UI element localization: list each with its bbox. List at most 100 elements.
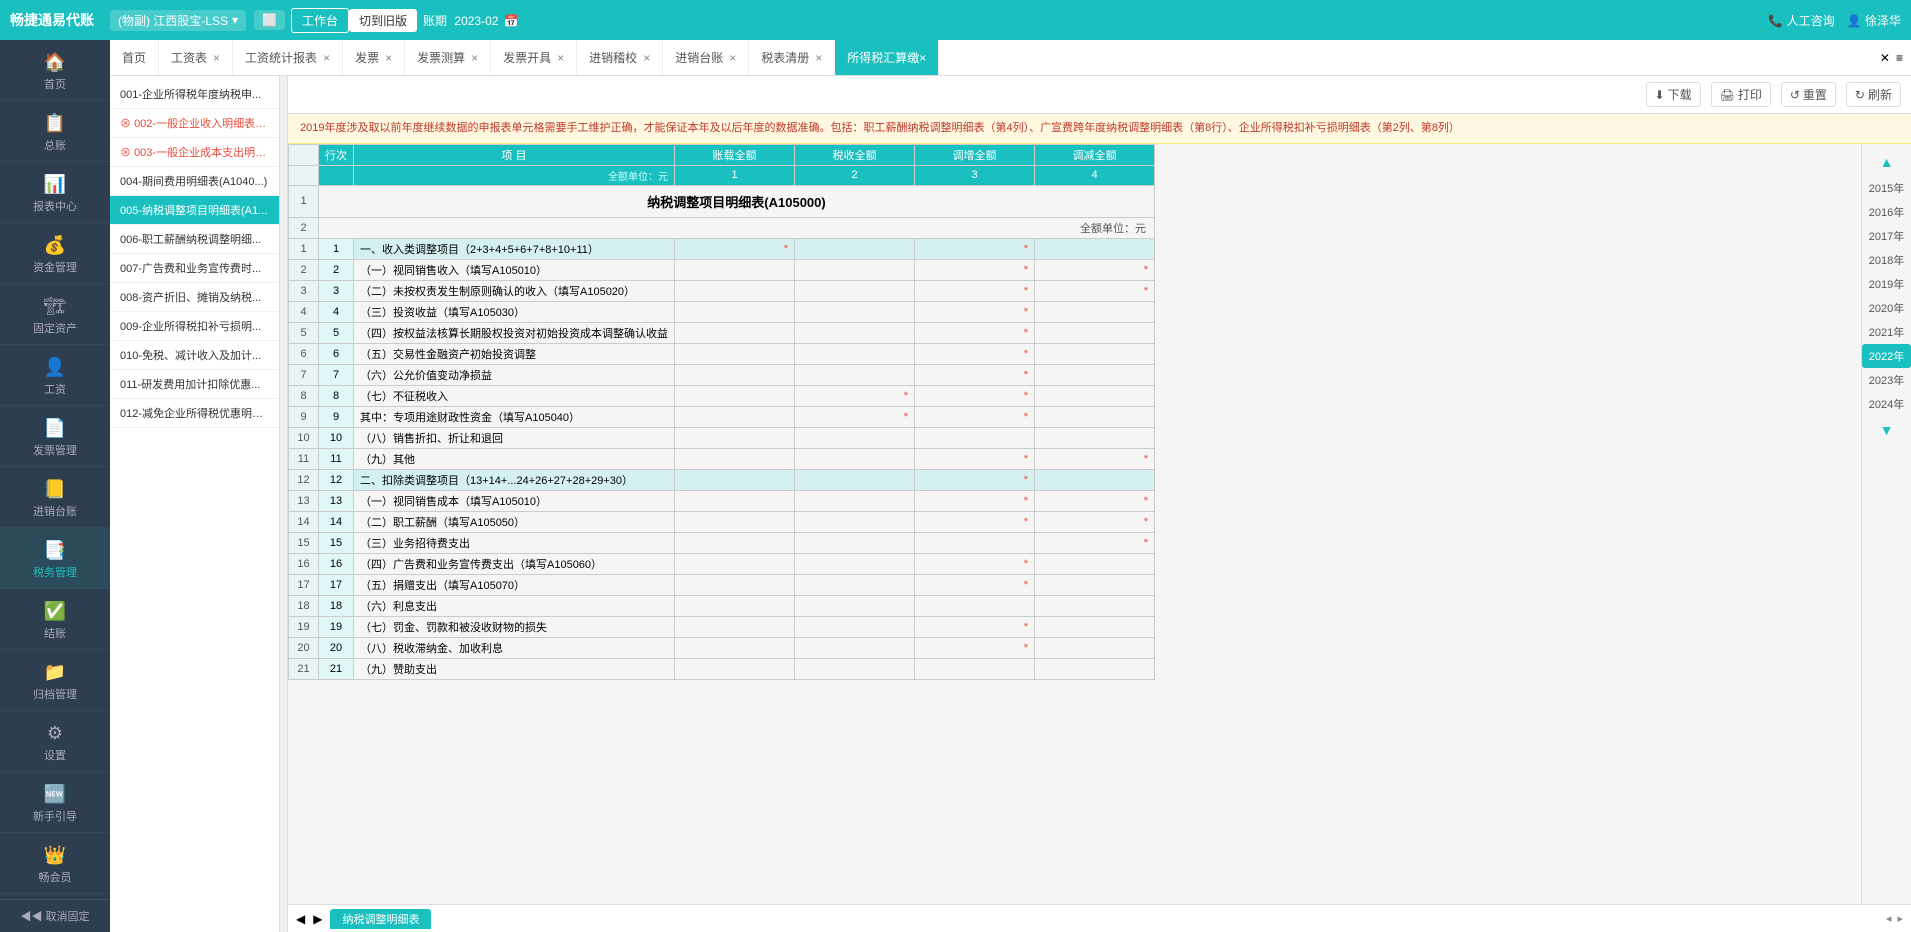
tab-invoice-calc[interactable]: 发票测算× <box>405 40 491 75</box>
table-row[interactable]: 4 4 （三）投资收益（填写A105030） * <box>289 301 1155 322</box>
sidebar-item-member[interactable]: 👑 畅会员 <box>0 833 110 894</box>
c3-cell[interactable]: * <box>915 238 1035 259</box>
table-row[interactable]: 14 14 （二）职工薪酬（填写A105050） * * <box>289 511 1155 532</box>
sidebar-item-assets[interactable]: 🏗 固定资产 <box>0 284 110 345</box>
c3-cell[interactable] <box>915 658 1035 679</box>
tab-stock-check[interactable]: 进销稽校× <box>577 40 663 75</box>
year-item-2024[interactable]: 2024年 <box>1862 392 1911 416</box>
c1-cell[interactable] <box>675 532 795 553</box>
c2-cell[interactable]: * <box>795 385 915 406</box>
table-row[interactable]: 15 15 （三）业务招待费支出 * <box>289 532 1155 553</box>
sidebar-item-guide[interactable]: 🆕 新手引导 <box>0 772 110 833</box>
scroll-right-icon[interactable]: ▸ <box>1897 912 1903 925</box>
c3-cell[interactable]: * <box>915 553 1035 574</box>
c1-cell[interactable]: * <box>675 238 795 259</box>
c4-cell[interactable] <box>1035 595 1155 616</box>
file-list-item[interactable]: 009-企业所得税扣补亏损明... <box>110 312 279 341</box>
table-row[interactable]: 17 17 （五）捐赠支出（填写A105070） * <box>289 574 1155 595</box>
c3-cell[interactable]: * <box>915 259 1035 280</box>
sheet-tab[interactable]: 纳税调整明细表 <box>330 909 431 929</box>
tab-close-invoice-issue[interactable]: × <box>557 51 564 65</box>
c3-cell[interactable]: * <box>915 364 1035 385</box>
c1-cell[interactable] <box>675 448 795 469</box>
tab-income-tax[interactable]: 所得税汇算缴× <box>835 40 939 75</box>
c4-cell[interactable] <box>1035 343 1155 364</box>
c3-cell[interactable]: * <box>915 280 1035 301</box>
tab-invoice-issue[interactable]: 发票开具× <box>491 40 577 75</box>
file-list-item[interactable]: 004-期间费用明细表(A1040...) <box>110 167 279 196</box>
c3-cell[interactable]: * <box>915 616 1035 637</box>
tab-close-icon[interactable]: ✕ <box>1880 51 1890 65</box>
year-item-2022[interactable]: 2022年 <box>1862 344 1911 368</box>
c1-cell[interactable] <box>675 637 795 658</box>
c3-cell[interactable]: * <box>915 490 1035 511</box>
tab-close-stock-check[interactable]: × <box>643 51 650 65</box>
support-link[interactable]: 📞 人工咨询 <box>1768 12 1834 29</box>
c2-cell[interactable] <box>795 343 915 364</box>
c2-cell[interactable] <box>795 553 915 574</box>
c4-cell[interactable] <box>1035 364 1155 385</box>
c2-cell[interactable] <box>795 322 915 343</box>
c4-cell[interactable]: * <box>1035 490 1155 511</box>
table-row[interactable]: 21 21 （九）赞助支出 <box>289 658 1155 679</box>
file-list-item[interactable]: 007-广告费和业务宣传费时... <box>110 254 279 283</box>
c4-cell[interactable] <box>1035 658 1155 679</box>
c1-cell[interactable] <box>675 364 795 385</box>
tab-close-tax-list[interactable]: × <box>815 51 822 65</box>
reset-button[interactable]: ↺ 重置 <box>1781 82 1836 107</box>
c4-cell[interactable] <box>1035 469 1155 490</box>
table-row[interactable]: 20 20 （八）税收滞纳金、加收利息 * <box>289 637 1155 658</box>
c2-cell[interactable] <box>795 490 915 511</box>
year-item-2020[interactable]: 2020年 <box>1862 296 1911 320</box>
table-row[interactable]: 7 7 （六）公允价值变动净损益 * <box>289 364 1155 385</box>
c1-cell[interactable] <box>675 406 795 427</box>
c3-cell[interactable] <box>915 427 1035 448</box>
print-button[interactable]: 🖨 打印 <box>1711 82 1771 107</box>
sidebar-item-archive[interactable]: 📁 归档管理 <box>0 650 110 711</box>
scroll-left-icon[interactable]: ◂ <box>1886 912 1892 925</box>
c1-cell[interactable] <box>675 280 795 301</box>
table-row[interactable]: 9 9 其中：专项用途财政性资金（填写A105040） * * <box>289 406 1155 427</box>
c4-cell[interactable]: * <box>1035 259 1155 280</box>
sidebar-item-tax[interactable]: 📑 税务管理 <box>0 528 110 589</box>
tab-home[interactable]: 首页 <box>110 40 159 75</box>
c2-cell[interactable] <box>795 301 915 322</box>
file-list-item[interactable]: 001-企业所得税年度纳税申... <box>110 80 279 109</box>
year-item-2017[interactable]: 2017年 <box>1862 224 1911 248</box>
c1-cell[interactable] <box>675 322 795 343</box>
c2-cell[interactable] <box>795 616 915 637</box>
tab-stock-ledger[interactable]: 进销台账× <box>663 40 749 75</box>
table-row[interactable]: 16 16 （四）广告费和业务宣传费支出（填写A105060） * <box>289 553 1155 574</box>
c2-cell[interactable] <box>795 259 915 280</box>
tab-salary[interactable]: 工资表× <box>159 40 233 75</box>
c2-cell[interactable] <box>795 280 915 301</box>
c3-cell[interactable]: * <box>915 343 1035 364</box>
table-row[interactable]: 5 5 （四）按权益法核算长期股权投资对初始投资成本调整确认收益 * <box>289 322 1155 343</box>
c1-cell[interactable] <box>675 259 795 280</box>
c4-cell[interactable] <box>1035 385 1155 406</box>
c3-cell[interactable] <box>915 595 1035 616</box>
sidebar-item-funds[interactable]: 💰 资金管理 <box>0 223 110 284</box>
c4-cell[interactable] <box>1035 238 1155 259</box>
c1-cell[interactable] <box>675 427 795 448</box>
file-list-item[interactable]: 008-资产折旧、摊销及纳税... <box>110 283 279 312</box>
tab-tax-list[interactable]: 税表清册× <box>749 40 835 75</box>
c3-cell[interactable]: * <box>915 511 1035 532</box>
c4-cell[interactable] <box>1035 322 1155 343</box>
sidebar-item-settings[interactable]: ⚙ 设置 <box>0 711 110 772</box>
year-up-button[interactable]: ▲ <box>1869 150 1905 174</box>
c1-cell[interactable] <box>675 301 795 322</box>
c2-cell[interactable] <box>795 427 915 448</box>
c3-cell[interactable] <box>915 532 1035 553</box>
sidebar-item-home[interactable]: 🏠 首页 <box>0 40 110 101</box>
year-item-2016[interactable]: 2016年 <box>1862 200 1911 224</box>
tab-close-stock-ledger[interactable]: × <box>729 51 736 65</box>
c4-cell[interactable]: * <box>1035 448 1155 469</box>
table-row[interactable]: 1 1 一、收入类调整项目（2+3+4+5+6+7+8+10+11） * * <box>289 238 1155 259</box>
file-list-item[interactable]: ⊗ 003-一般企业成本支出明细... <box>110 138 279 167</box>
sidebar-item-salary[interactable]: 👤 工资 <box>0 345 110 406</box>
c2-cell[interactable] <box>795 511 915 532</box>
tab-salary-stats[interactable]: 工资统计报表× <box>233 40 343 75</box>
c4-cell[interactable]: * <box>1035 280 1155 301</box>
c1-cell[interactable] <box>675 343 795 364</box>
